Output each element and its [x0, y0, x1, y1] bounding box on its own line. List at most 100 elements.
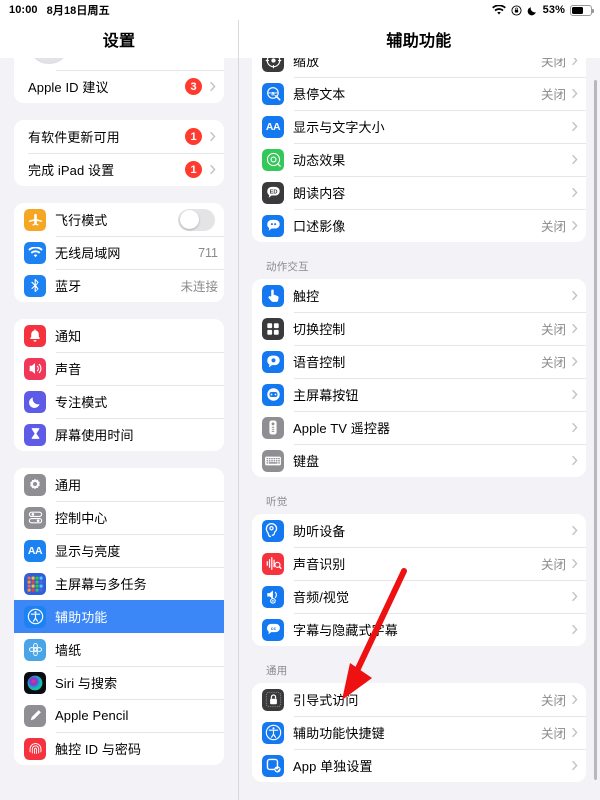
control-center-label: 控制中心: [55, 511, 108, 526]
chevron-right-icon: [210, 164, 224, 175]
audio-visual-icon: [262, 585, 284, 608]
status-bar: 10:00 8月18日周五 53%: [0, 0, 600, 20]
airplane-mode[interactable]: 飞行模式: [14, 203, 224, 236]
screen-time-label: 屏幕使用时间: [55, 428, 134, 443]
connectivity-group-card: 飞行模式 无线局域网 711 蓝牙 未连接: [14, 203, 224, 302]
detail-scrollbar[interactable]: [594, 80, 597, 780]
chevron-right-icon: [572, 422, 586, 433]
switch-control[interactable]: 切换控制 关闭: [252, 312, 586, 345]
sound-recognition-value: 关闭: [540, 558, 566, 572]
accessibility[interactable]: 辅助功能: [14, 600, 224, 633]
chevron-right-icon: [572, 760, 586, 771]
home-button[interactable]: 主屏幕按钮: [252, 378, 586, 411]
per-app-settings[interactable]: App 单独设置: [252, 749, 586, 782]
keyboard-icon: [262, 449, 284, 472]
audio-visual[interactable]: 音频/视觉: [252, 580, 586, 613]
physical-motor-group: 动作交互 触控 切换控制 关闭 语音控制 关闭 主屏幕按钮 Apple TV 遥控器 键盘: [252, 259, 586, 477]
wifi-icon: [491, 4, 506, 16]
updates-group: 有软件更新可用 1 完成 iPad 设置 1: [14, 120, 224, 186]
flower-icon: [24, 638, 46, 661]
detail-scroll-area[interactable]: 缩放 关闭 a 悬停文本 关闭 AA 显示与文字大小 动态效果 ED 朗读内容 口述影像 关闭 动作交互…: [238, 20, 600, 800]
wallpaper[interactable]: 墙纸: [14, 633, 224, 666]
hover-text-label: 悬停文本: [293, 87, 346, 102]
touch-label: 触控: [293, 289, 320, 304]
status-badge: 3: [185, 78, 202, 95]
touch[interactable]: 触控: [252, 279, 586, 312]
chevron-right-icon: [572, 624, 586, 635]
chevron-right-icon: [572, 356, 586, 367]
keyboard[interactable]: 键盘: [252, 444, 586, 477]
status-time: 10:00: [9, 4, 38, 16]
sound-recognition-icon: [262, 552, 284, 575]
updates-group-card: 有软件更新可用 1 完成 iPad 设置 1: [14, 120, 224, 186]
detail-navbar: 辅助功能: [238, 20, 600, 58]
audio-visual-label: 音频/视觉: [293, 590, 350, 605]
chevron-right-icon: [572, 88, 586, 99]
siri-search-label: Siri 与搜索: [55, 676, 118, 691]
chevron-right-icon: [210, 81, 224, 92]
sound-recognition[interactable]: 声音识别 关闭: [252, 547, 586, 580]
chevron-right-icon: [572, 323, 586, 334]
apple-pencil[interactable]: Apple Pencil: [14, 699, 224, 732]
screen-time[interactable]: 屏幕使用时间: [14, 418, 224, 451]
home-screen-multitasking-label: 主屏幕与多任务: [55, 577, 147, 592]
remote-icon: [262, 416, 284, 439]
vision-group: 缩放 关闭 a 悬停文本 关闭 AA 显示与文字大小 动态效果 ED 朗读内容 口述影像 关闭: [252, 44, 586, 242]
notifications[interactable]: 通知: [14, 319, 224, 352]
wifi-label: 无线局域网: [55, 246, 121, 261]
per-app-settings-label: App 单独设置: [293, 759, 373, 774]
system-group: 通用控制中心 AA 显示与亮度主屏幕与多任务辅助功能 墙纸 Siri 与搜索 Apple …: [14, 468, 224, 765]
accessibility-detail-panel[interactable]: 辅助功能 缩放 关闭 a 悬停文本 关闭 AA 显示与文字大小 动态效果 ED 朗读内容 口述影像关…: [238, 20, 600, 800]
hearing-group-card: 助听设备 声音识别 关闭音频/视觉 cc 字幕与隐藏式字幕: [252, 514, 586, 646]
physical-motor-group-card: 触控切换控制 关闭 语音控制 关闭 主屏幕按钮 Apple TV 遥控器 键盘: [252, 279, 586, 477]
subtitles-captioning-label: 字幕与隐藏式字幕: [293, 623, 398, 638]
bluetooth[interactable]: 蓝牙 未连接: [14, 269, 224, 302]
voice-control-value: 关闭: [540, 356, 566, 370]
chevron-right-icon: [210, 131, 224, 142]
bluetooth-value: 未连接: [180, 280, 218, 294]
aa-icon: AA: [262, 115, 284, 138]
chevron-right-icon: [572, 121, 586, 132]
guided-access[interactable]: 引导式访问 关闭: [252, 683, 586, 716]
status-bar-left: 10:00 8月18日周五: [0, 2, 110, 18]
apple-id-suggestion[interactable]: Apple ID 建议 3: [14, 70, 224, 103]
focus[interactable]: 专注模式: [14, 385, 224, 418]
audio-description-icon: [262, 214, 284, 237]
home-screen-multitasking[interactable]: 主屏幕与多任务: [14, 567, 224, 600]
settings-sidebar[interactable]: 设置 项目Apple ID 建议3有软件更新可用1完成 iPad 设置1飞行模式…: [0, 20, 238, 800]
svg-text:cc: cc: [270, 627, 276, 632]
wifi[interactable]: 无线局域网 711: [14, 236, 224, 269]
accessibility-shortcut[interactable]: 辅助功能快捷键 关闭: [252, 716, 586, 749]
audio-descriptions[interactable]: 口述影像 关闭: [252, 209, 586, 242]
focus-label: 专注模式: [55, 395, 108, 410]
subtitles-captioning[interactable]: cc 字幕与隐藏式字幕: [252, 613, 586, 646]
sidebar-scroll-area[interactable]: 项目Apple ID 建议3有软件更新可用1完成 iPad 设置1飞行模式无线局…: [0, 20, 238, 800]
finish-ipad-setup[interactable]: 完成 iPad 设置 1: [14, 153, 224, 186]
display-brightness[interactable]: AA 显示与亮度: [14, 534, 224, 567]
software-update-available[interactable]: 有软件更新可用 1: [14, 120, 224, 153]
sounds[interactable]: 声音: [14, 352, 224, 385]
fingerprint-icon: [24, 737, 46, 760]
control-center[interactable]: 控制中心: [14, 501, 224, 534]
hover-text-icon: a: [262, 82, 284, 105]
touch-id-passcode[interactable]: 触控 ID 与密码: [14, 732, 224, 765]
status-date: 8月18日周五: [46, 5, 110, 17]
spoken-content[interactable]: ED 朗读内容: [252, 176, 586, 209]
bell-icon: [24, 324, 46, 347]
airplane-mode-toggle[interactable]: [178, 208, 215, 231]
notifications-group: 通知 声音专注模式屏幕使用时间: [14, 319, 224, 451]
general[interactable]: 通用: [14, 468, 224, 501]
hover-text[interactable]: a 悬停文本 关闭: [252, 77, 586, 110]
panel-divider: [238, 20, 239, 800]
display-text-size[interactable]: AA 显示与文字大小: [252, 110, 586, 143]
aa-icon: AA: [24, 539, 46, 562]
motion[interactable]: 动态效果: [252, 143, 586, 176]
moon-icon: [24, 390, 46, 413]
voice-control[interactable]: 语音控制 关闭: [252, 345, 586, 378]
bluetooth-icon: [24, 274, 46, 297]
apple-tv-remote[interactable]: Apple TV 遥控器: [252, 411, 586, 444]
general-label: 通用: [55, 478, 82, 493]
siri-search[interactable]: Siri 与搜索: [14, 666, 224, 699]
hearing-devices[interactable]: 助听设备: [252, 514, 586, 547]
connectivity-group: 飞行模式 无线局域网 711 蓝牙 未连接: [14, 203, 224, 302]
